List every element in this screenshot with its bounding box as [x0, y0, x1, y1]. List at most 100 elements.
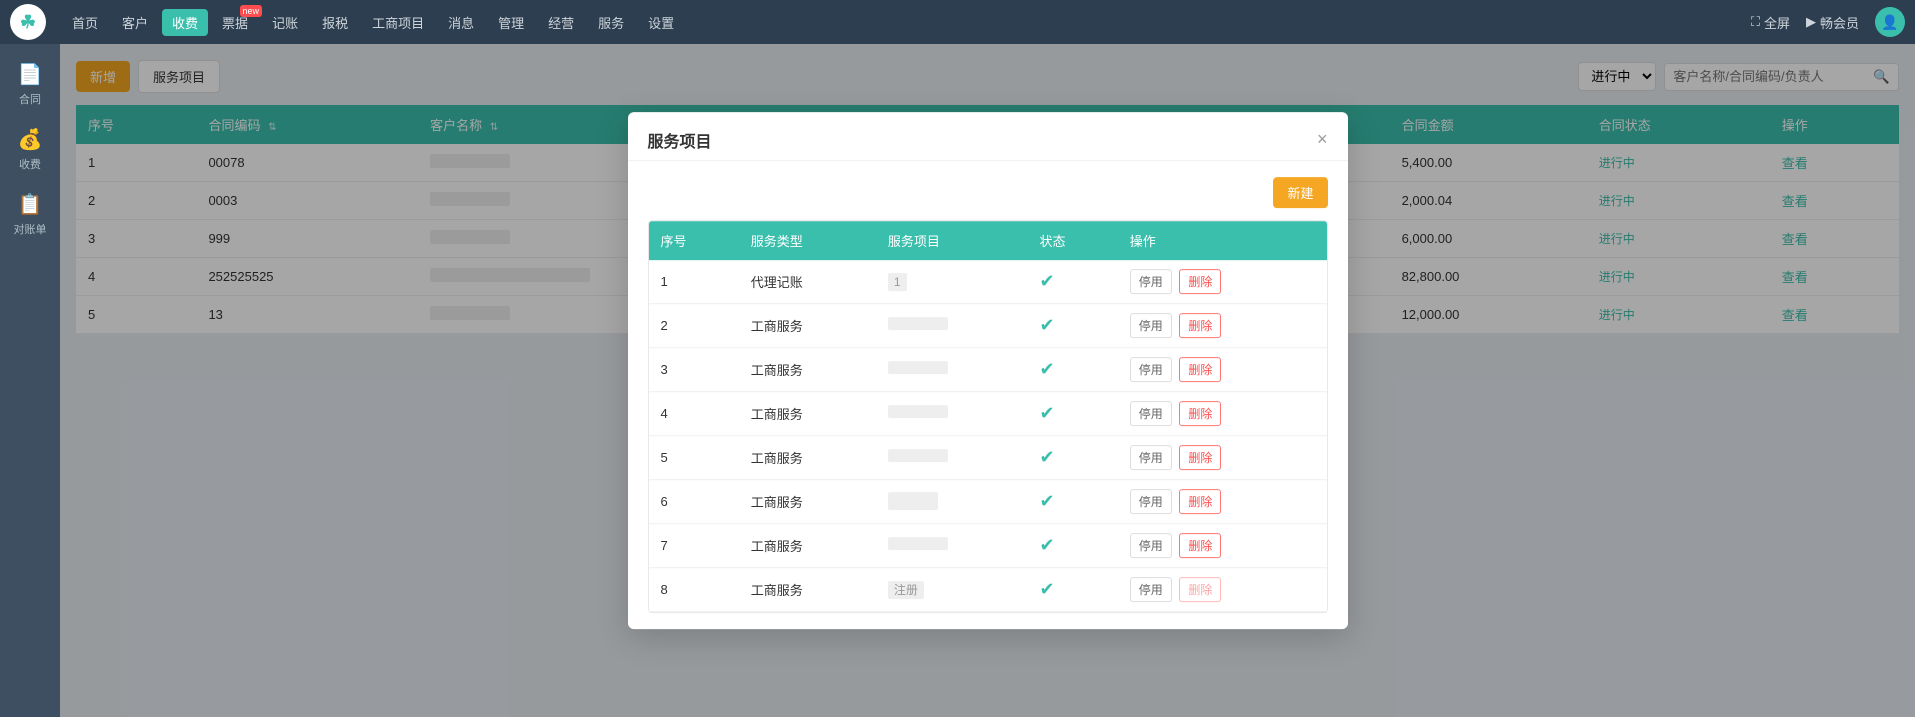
nav-invoice[interactable]: 票据new [212, 9, 258, 36]
delete-button[interactable]: 删除 [1179, 269, 1221, 294]
modal-table-row: 5 工商服务 ✔ 停用 删除 [649, 435, 1327, 479]
nav-industry[interactable]: 工商项目 [362, 9, 434, 36]
modal-cell-action: 停用 删除 [1118, 347, 1327, 391]
delete-button[interactable]: 删除 [1179, 577, 1221, 602]
modal-cell-seq: 6 [649, 479, 739, 523]
play-icon: ▶ [1806, 14, 1816, 30]
modal-cell-status: ✔ [1028, 303, 1118, 347]
nav-menu: 首页 客户 收费 票据new 记账 报税 工商项目 消息 管理 经营 服务 设置 [62, 9, 1751, 36]
modal-cell-type: 工商服务 [739, 391, 876, 435]
blurred-item [888, 449, 948, 462]
modal-table-row: 1 代理记账 1 ✔ 停用 删除 [649, 260, 1327, 304]
fullscreen-icon: ⛶ [1751, 14, 1760, 30]
nav-client[interactable]: 客户 [112, 9, 158, 36]
modal-cell-item [876, 523, 1028, 567]
modal-cell-item: 1 [876, 260, 1028, 304]
modal-cell-type: 工商服务 [739, 347, 876, 391]
nav-fee[interactable]: 收费 [162, 9, 208, 36]
status-check-icon: ✔ [1040, 315, 1055, 335]
sidebar-item-fee[interactable]: 💰 收费 [4, 119, 56, 180]
nav-settings[interactable]: 设置 [638, 9, 684, 36]
nav-service[interactable]: 服务 [588, 9, 634, 36]
modal-cell-action: 停用 删除 [1118, 435, 1327, 479]
modal-table-row: 8 工商服务 注册 ✔ 停用 删除 [649, 567, 1327, 611]
user-avatar[interactable]: 👤 [1875, 7, 1905, 37]
nav-message[interactable]: 消息 [438, 9, 484, 36]
delete-button[interactable]: 删除 [1179, 533, 1221, 558]
modal-cell-type: 工商服务 [739, 303, 876, 347]
main-content-area: 新增 服务项目 进行中 已终止 全部 🔍 序号 合同编码 ⇅ [60, 44, 1915, 717]
delete-button[interactable]: 删除 [1179, 401, 1221, 426]
modal-cell-seq: 2 [649, 303, 739, 347]
modal-cell-type: 工商服务 [739, 479, 876, 523]
nav-tax[interactable]: 报税 [312, 9, 358, 36]
modal-cell-action: 停用 删除 [1118, 479, 1327, 523]
top-navigation: ☘ 首页 客户 收费 票据new 记账 报税 工商项目 消息 管理 经营 服务 … [0, 0, 1915, 44]
modal-cell-status: ✔ [1028, 391, 1118, 435]
modal-cell-type: 工商服务 [739, 435, 876, 479]
modal-new-button[interactable]: 新建 [1273, 177, 1327, 208]
app-logo: ☘ [10, 4, 46, 40]
nav-home[interactable]: 首页 [62, 9, 108, 36]
delete-button[interactable]: 删除 [1179, 357, 1221, 382]
modal-cell-action: 停用 删除 [1118, 567, 1327, 611]
stop-button[interactable]: 停用 [1130, 445, 1172, 470]
modal-table-row: 3 工商服务 ✔ 停用 删除 [649, 347, 1327, 391]
delete-button[interactable]: 删除 [1179, 489, 1221, 514]
new-badge: new [240, 5, 263, 17]
stop-button[interactable]: 停用 [1130, 269, 1172, 294]
modal-cell-item [876, 391, 1028, 435]
modal-cell-item [876, 479, 1028, 523]
modal-table-row: 2 工商服务 ✔ 停用 删除 [649, 303, 1327, 347]
sidebar-label-contract: 合同 [19, 91, 41, 107]
modal-title: 服务项目 [648, 128, 712, 152]
stop-button[interactable]: 停用 [1130, 401, 1172, 426]
modal-cell-seq: 1 [649, 260, 739, 304]
modal-col-seq: 序号 [649, 221, 739, 260]
stop-button[interactable]: 停用 [1130, 313, 1172, 338]
modal-col-type: 服务类型 [739, 221, 876, 260]
modal-cell-item: 注册 [876, 567, 1028, 611]
modal-cell-action: 停用 删除 [1118, 523, 1327, 567]
nav-bookkeeping[interactable]: 记账 [262, 9, 308, 36]
modal-cell-item [876, 303, 1028, 347]
main-layout: 📄 合同 💰 收费 📋 对账单 新增 服务项目 进行中 已终止 全部 [0, 44, 1915, 717]
stop-button[interactable]: 停用 [1130, 533, 1172, 558]
contract-icon: 📄 [18, 62, 43, 87]
blurred-item [888, 317, 948, 330]
sidebar-item-contract[interactable]: 📄 合同 [4, 54, 56, 115]
status-check-icon: ✔ [1040, 403, 1055, 423]
status-check-icon: ✔ [1040, 359, 1055, 379]
modal-close-button[interactable]: × [1317, 129, 1328, 150]
stop-button[interactable]: 停用 [1130, 489, 1172, 514]
modal-cell-status: ✔ [1028, 435, 1118, 479]
modal-cell-type: 代理记账 [739, 260, 876, 304]
nav-manage[interactable]: 管理 [488, 9, 534, 36]
modal-col-status: 状态 [1028, 221, 1118, 260]
modal-cell-action: 停用 删除 [1118, 303, 1327, 347]
sidebar-item-reconciliation[interactable]: 📋 对账单 [4, 184, 56, 245]
fullscreen-button[interactable]: ⛶ 全屏 [1751, 13, 1790, 32]
stop-button[interactable]: 停用 [1130, 357, 1172, 382]
modal-cell-item [876, 435, 1028, 479]
delete-button[interactable]: 删除 [1179, 445, 1221, 470]
sidebar-label-reconciliation: 对账单 [14, 221, 47, 237]
fee-icon: 💰 [18, 127, 43, 152]
modal-col-item: 服务项目 [876, 221, 1028, 260]
modal-col-action: 操作 [1118, 221, 1327, 260]
item-label-blurred [888, 492, 938, 510]
stop-button[interactable]: 停用 [1130, 577, 1172, 602]
member-button[interactable]: ▶ 畅会员 [1806, 13, 1859, 32]
modal-cell-seq: 5 [649, 435, 739, 479]
modal-cell-status: ✔ [1028, 523, 1118, 567]
modal-cell-action: 停用 删除 [1118, 391, 1327, 435]
modal-cell-action: 停用 删除 [1118, 260, 1327, 304]
delete-button[interactable]: 删除 [1179, 313, 1221, 338]
service-items-table: 序号 服务类型 服务项目 状态 操作 1 代理记账 1 [649, 221, 1327, 612]
modal-cell-seq: 4 [649, 391, 739, 435]
status-check-icon: ✔ [1040, 491, 1055, 511]
nav-operation[interactable]: 经营 [538, 9, 584, 36]
item-label: 注册 [888, 581, 924, 599]
left-sidebar: 📄 合同 💰 收费 📋 对账单 [0, 44, 60, 717]
modal-table-row: 6 工商服务 ✔ 停用 删除 [649, 479, 1327, 523]
